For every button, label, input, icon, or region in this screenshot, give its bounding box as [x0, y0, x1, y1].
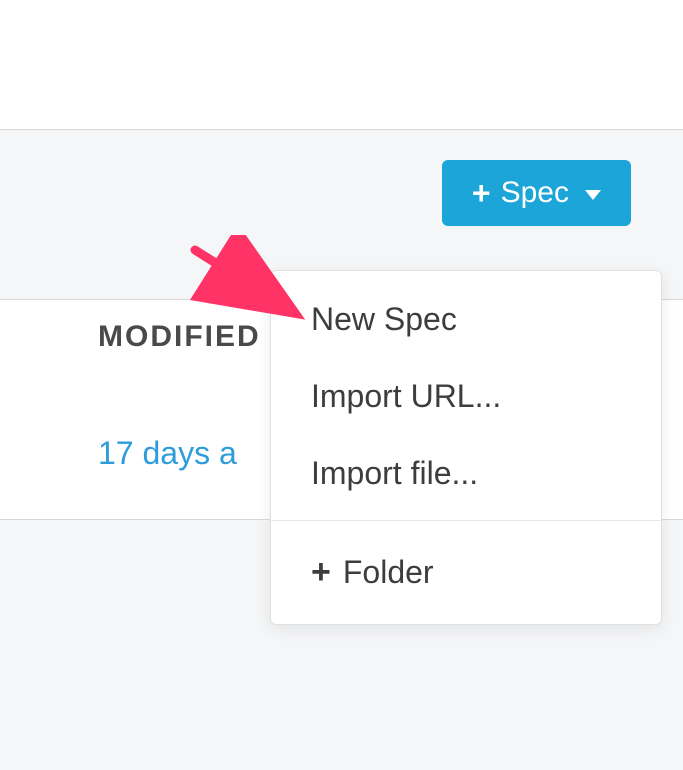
modified-date-link[interactable]: 17 days a [98, 435, 237, 472]
menu-item-folder-label: Folder [343, 554, 434, 591]
caret-down-icon [585, 190, 601, 200]
menu-item-import-url[interactable]: Import URL... [271, 358, 661, 435]
plus-icon: + [311, 553, 331, 592]
menu-item-import-file[interactable]: Import file... [271, 435, 661, 512]
new-spec-dropdown-button[interactable]: + Spec [442, 160, 631, 226]
menu-item-new-spec[interactable]: New Spec [271, 271, 661, 358]
menu-item-folder[interactable]: + Folder [271, 521, 661, 624]
spec-dropdown-menu: New Spec Import URL... Import file... + … [270, 270, 662, 625]
plus-icon: + [472, 177, 491, 209]
column-header-modified: MODIFIED [98, 320, 261, 354]
spec-button-label: Spec [501, 176, 569, 210]
top-whitespace [0, 0, 683, 130]
